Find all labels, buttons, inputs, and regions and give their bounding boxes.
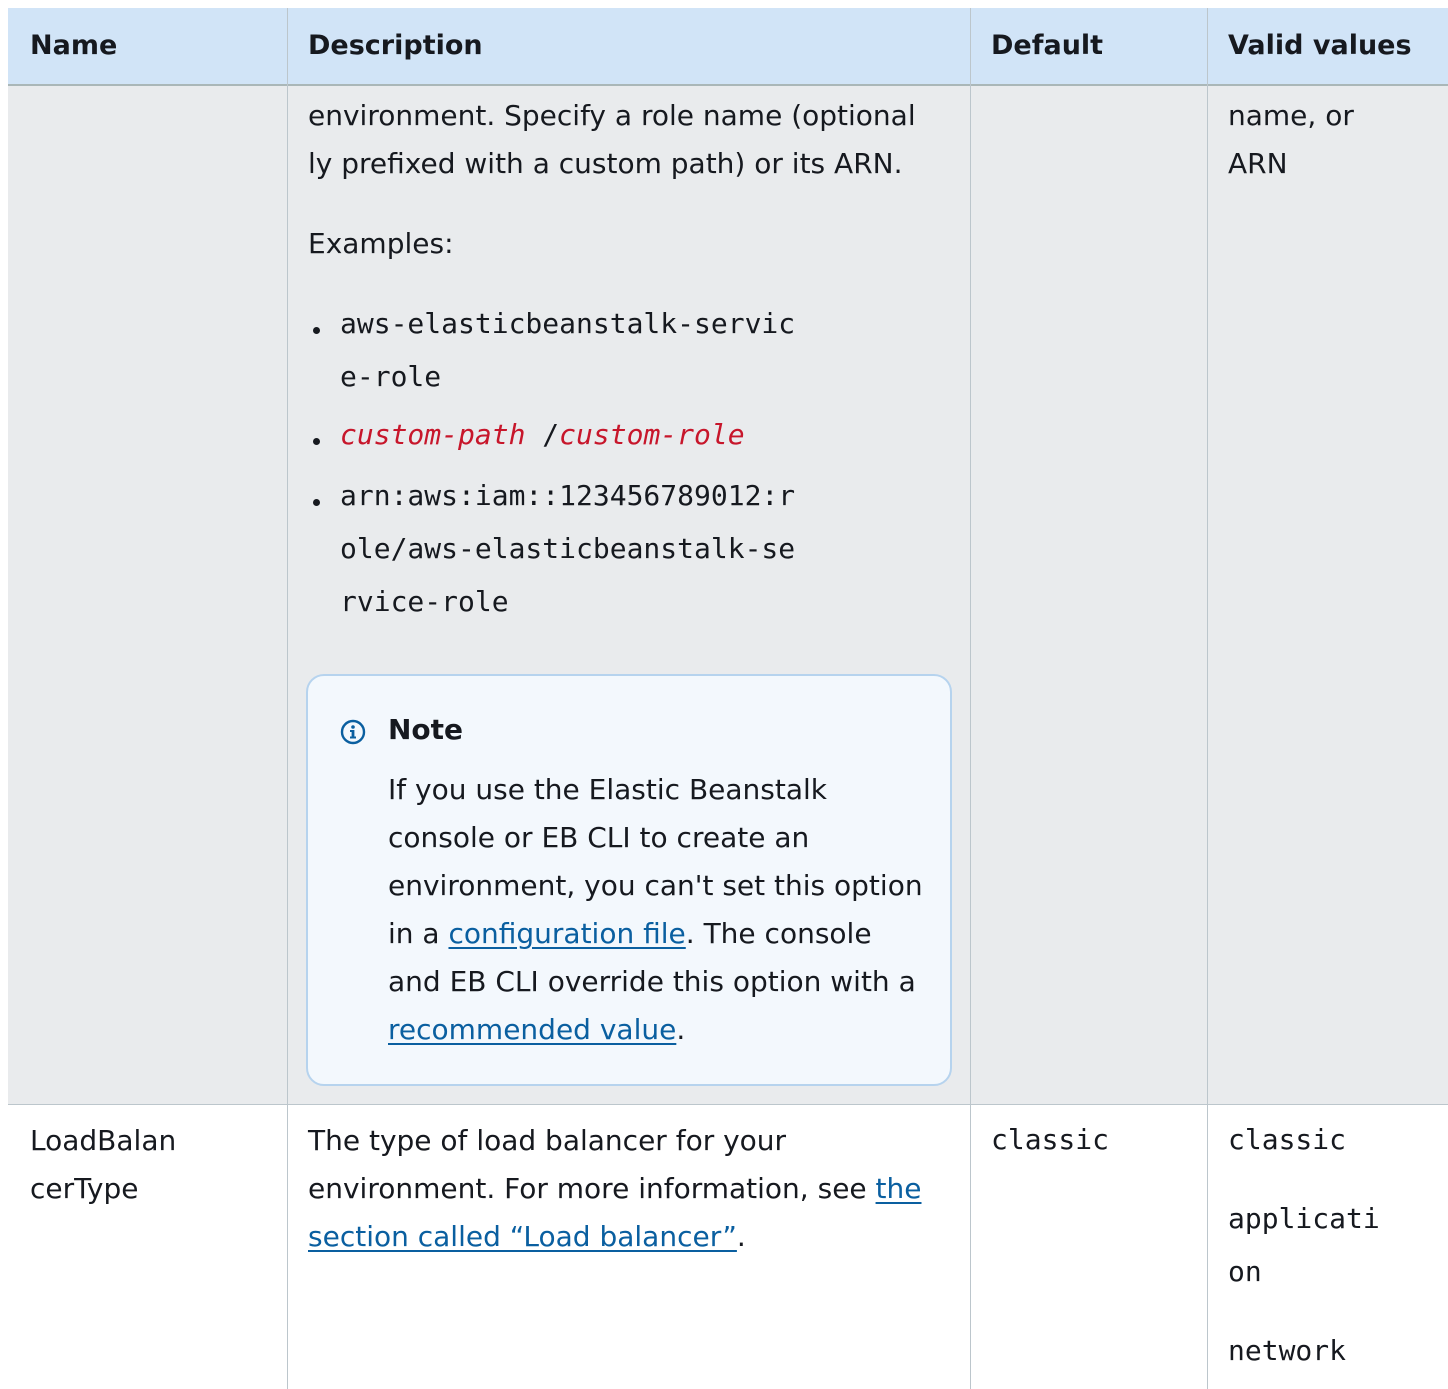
row1-valid-values-line: ARN xyxy=(1228,147,1288,180)
configuration-file-link[interactable]: configuration file xyxy=(448,917,685,950)
row2-description-text: . xyxy=(736,1220,746,1253)
note-callout: Note If you use the Elastic Beanstalk co… xyxy=(306,674,952,1086)
header-description: Description xyxy=(308,30,483,61)
bullet-icon xyxy=(313,438,320,445)
table-header: Name Description Default Valid values xyxy=(8,8,1448,86)
row2-valid-value: classic xyxy=(1228,1123,1347,1156)
row1-valid-values-line: name, or xyxy=(1228,99,1354,132)
note-title: Note xyxy=(388,713,464,746)
row2-valid-value: network xyxy=(1228,1334,1347,1367)
header-name: Name xyxy=(30,30,118,61)
note-body: If you use the Elastic Beanstalk console… xyxy=(388,766,928,1054)
load-balancer-section-link[interactable]: the xyxy=(876,1172,922,1205)
bullet-icon xyxy=(313,327,320,334)
example-code-line: rvice-role xyxy=(340,585,509,618)
row2-valid-value: on xyxy=(1228,1255,1262,1288)
info-circle-icon xyxy=(340,719,366,745)
table-row: environment. Specify a role name (option… xyxy=(8,86,1448,1105)
example-code-custom-path: custom-path /custom-role xyxy=(340,408,745,461)
example-code-line: ole/aws-elasticbeanstalk-se xyxy=(340,532,796,565)
row1-description-line: environment. Specify a role name (option… xyxy=(308,99,916,132)
column-divider xyxy=(287,8,288,1389)
header-default: Default xyxy=(991,30,1104,61)
row2-description-line: The type of load balancer for your xyxy=(308,1124,787,1157)
path-separator: / xyxy=(542,418,560,451)
recommended-value-link[interactable]: recommended value xyxy=(388,1013,676,1046)
row2-description-line: section called “Load balancer”. xyxy=(308,1213,746,1261)
custom-role-placeholder: custom-role xyxy=(559,418,745,451)
column-divider xyxy=(970,8,971,1389)
examples-label: Examples: xyxy=(308,227,454,260)
load-balancer-section-link[interactable]: section called “Load balancer” xyxy=(308,1220,737,1253)
row2-valid-value: applicati xyxy=(1228,1202,1380,1235)
example-code-line: aws-elasticbeanstalk-servic xyxy=(340,307,796,340)
note-text: . xyxy=(676,1013,686,1046)
row1-description-line: ly prefixed with a custom path) or its A… xyxy=(308,147,903,180)
example-code-line: arn:aws:iam::123456789012:r xyxy=(340,479,796,512)
row2-default-value: classic xyxy=(991,1123,1110,1156)
custom-path-placeholder: custom-path xyxy=(340,418,526,451)
row2-name-line: cerType xyxy=(30,1172,139,1205)
options-table: Name Description Default Valid values en… xyxy=(8,8,1448,1389)
row2-name-line: LoadBalan xyxy=(30,1124,177,1157)
bullet-icon xyxy=(313,499,320,506)
row2-description-line: environment. For more information, see t… xyxy=(308,1165,922,1213)
column-divider xyxy=(1207,8,1208,1389)
table-row: LoadBalan cerType The type of load balan… xyxy=(8,1105,1448,1389)
header-valid-values: Valid values xyxy=(1228,30,1412,61)
example-code-line: e-role xyxy=(340,360,442,393)
row2-description-text: environment. For more information, see xyxy=(308,1172,876,1205)
